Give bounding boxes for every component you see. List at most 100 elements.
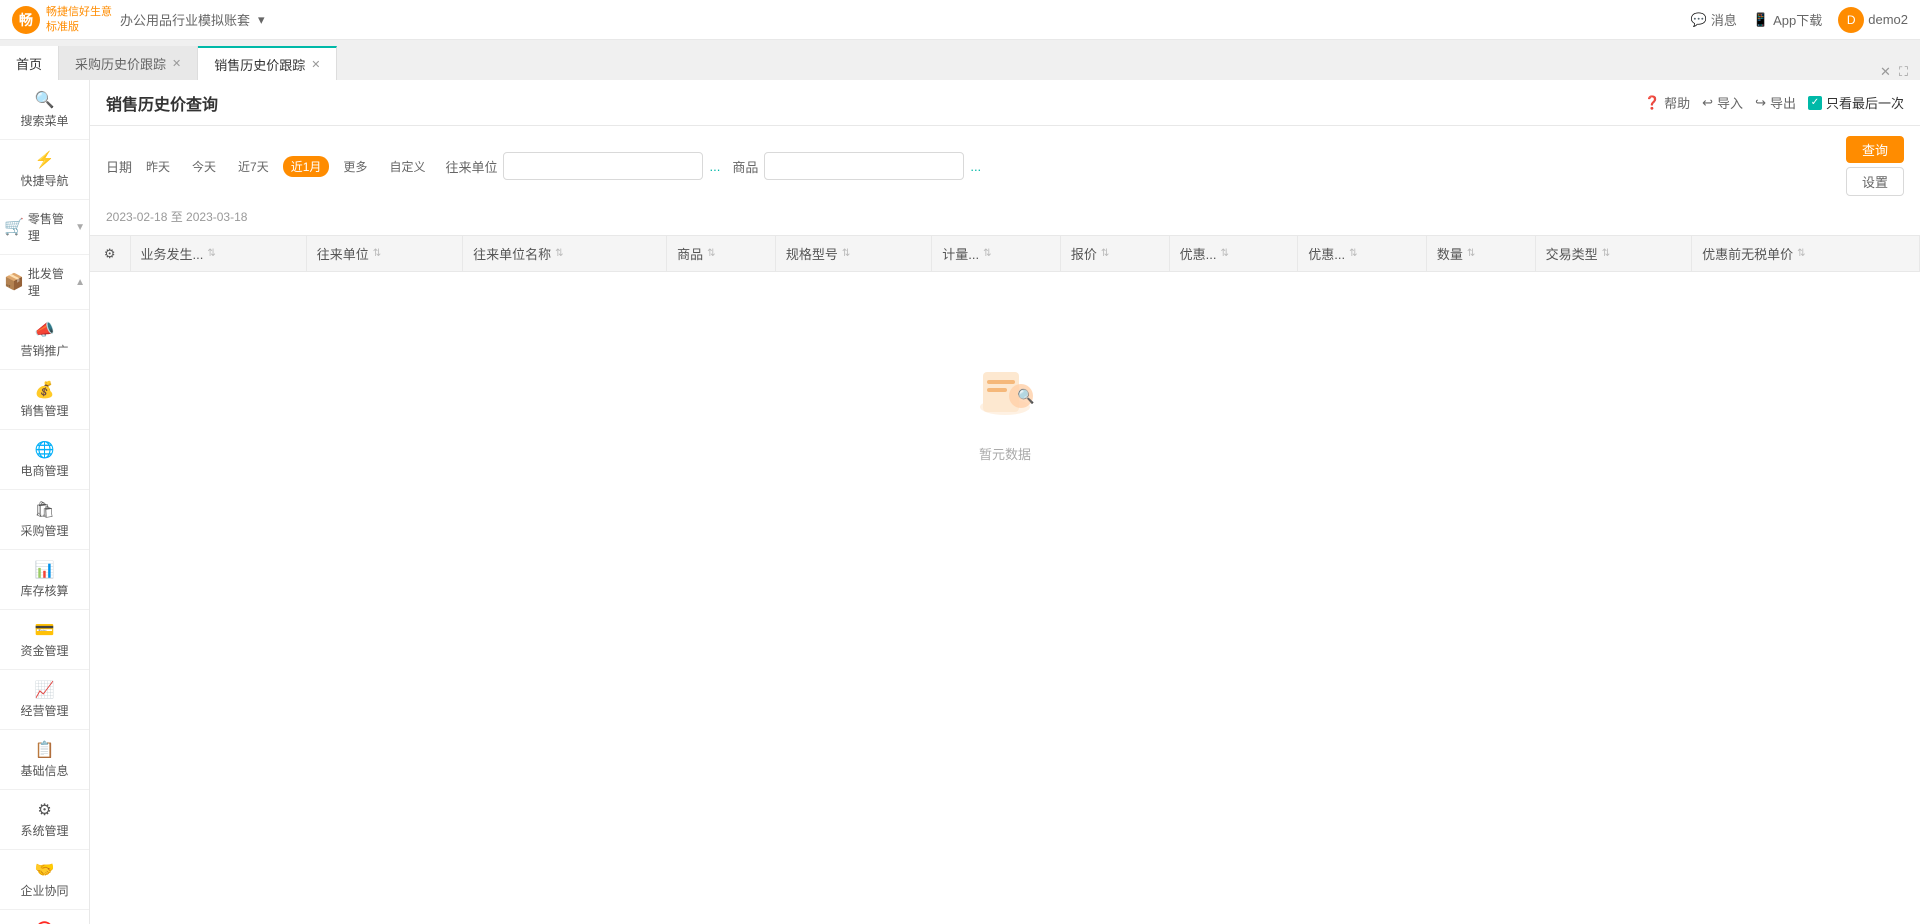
logo-text: 畅捷信好生意 标准版 [46, 5, 112, 34]
message-btn[interactable]: 💬 消息 [1691, 10, 1737, 29]
date-btn-last7[interactable]: 近7天 [230, 156, 277, 177]
basic-info-icon: 📋 [35, 740, 55, 760]
search-btn[interactable]: 查询 [1846, 136, 1904, 163]
maximize-window-icon[interactable]: ⛶ [1899, 64, 1908, 80]
date-filter-group: 日期 昨天 今天 近7天 近1月 更多 自定义 [106, 156, 433, 177]
product-input[interactable] [764, 152, 964, 180]
window-controls: ✕ ⛶ [1868, 64, 1920, 80]
enterprise-collab-icon: 🤝 [35, 860, 55, 880]
sidebar-item-purchase-mgmt[interactable]: 🛍 采购管理 [0, 490, 89, 550]
tab-bar: 首页 采购历史价跟踪 ✕ 销售历史价跟踪 ✕ ✕ ⛶ [0, 40, 1920, 80]
download-icon: 📱 [1753, 12, 1769, 28]
sort-icon-biz-date[interactable]: ⇅ [207, 248, 215, 259]
quick-nav-icon: ⚡ [35, 150, 55, 170]
table-head: ⚙ 业务发生... ⇅ 往来单位 ⇅ [90, 236, 1920, 272]
date-btn-yesterday[interactable]: 昨天 [138, 156, 178, 177]
inventory-icon: 📊 [35, 560, 55, 580]
empty-text: 暂元数据 [979, 444, 1031, 463]
sidebar-item-marketing[interactable]: 📣 营销推广 [0, 310, 89, 370]
source-unit-ellipsis[interactable]: ... [709, 159, 720, 174]
sidebar-item-wholesale-mgmt[interactable]: 📦 批发管理 ▲ [0, 255, 89, 310]
import-btn[interactable]: ↩ 导入 [1702, 93, 1743, 112]
tab-home[interactable]: 首页 [0, 46, 59, 80]
sidebar-item-new-guide[interactable]: 🎯 新手引导 [0, 910, 89, 924]
th-partner-name: 往来单位名称 ⇅ [463, 236, 667, 272]
empty-state: 🔍 暂元数据 [90, 272, 1920, 543]
sidebar-item-ecommerce-mgmt[interactable]: 🌐 电商管理 [0, 430, 89, 490]
product-ellipsis[interactable]: ... [970, 159, 981, 174]
help-icon: ❓ [1644, 95, 1660, 111]
retail-mgmt-icon: 🛒 [4, 217, 24, 237]
data-table: ⚙ 业务发生... ⇅ 往来单位 ⇅ [90, 236, 1920, 272]
content-area: 销售历史价查询 ❓ 帮助 ↩ 导入 ↪ 导出 ✓ 只看最后一次 [90, 80, 1920, 924]
sort-icon-unit[interactable]: ⇅ [983, 248, 991, 259]
th-spec: 规格型号 ⇅ [775, 236, 931, 272]
sidebar-item-system-mgmt[interactable]: ⚙ 系统管理 [0, 790, 89, 850]
date-range-display: 2023-02-18 至 2023-03-18 [106, 208, 247, 225]
sidebar-item-quick-nav[interactable]: ⚡ 快捷导航 [0, 140, 89, 200]
sort-icon-product[interactable]: ⇅ [707, 248, 715, 259]
th-biz-date: 业务发生... ⇅ [130, 236, 306, 272]
close-purchase-tab-icon[interactable]: ✕ [172, 57, 181, 70]
close-sales-tab-icon[interactable]: ✕ [311, 58, 320, 71]
sort-icon-partner-name[interactable]: ⇅ [555, 248, 563, 259]
retail-mgmt-header: 🛒 零售管理 ▼ [4, 210, 85, 244]
sort-icon-partner[interactable]: ⇅ [373, 248, 381, 259]
sidebar-item-enterprise-collab[interactable]: 🤝 企业协同 [0, 850, 89, 910]
sort-icon-quantity[interactable]: ⇅ [1467, 248, 1475, 259]
tab-purchase-history[interactable]: 采购历史价跟踪 ✕ [59, 46, 198, 80]
sort-icon-discount2[interactable]: ⇅ [1349, 248, 1357, 259]
sort-icon-quote[interactable]: ⇅ [1101, 248, 1109, 259]
user-avatar: D [1838, 7, 1864, 33]
sort-icon-discount1[interactable]: ⇅ [1221, 248, 1229, 259]
sidebar-item-search-menu[interactable]: 🔍 搜索菜单 [0, 80, 89, 140]
sidebar-item-inventory[interactable]: 📊 库存核算 [0, 550, 89, 610]
logo-icon: 畅 [12, 6, 40, 34]
th-gear: ⚙ [90, 236, 130, 272]
date-label: 日期 [106, 157, 132, 176]
sidebar-item-finance-mgmt[interactable]: 💳 资金管理 [0, 610, 89, 670]
date-btn-more[interactable]: 更多 [335, 156, 375, 177]
source-unit-input[interactable] [503, 152, 703, 180]
app-download-btn[interactable]: 📱 App下载 [1753, 10, 1822, 29]
wholesale-mgmt-arrow: ▲ [75, 277, 85, 288]
export-btn[interactable]: ↪ 导出 [1755, 93, 1796, 112]
top-bar: 畅 畅捷信好生意 标准版 办公用品行业模拟账套 ▾ 💬 消息 📱 App下载 D… [0, 0, 1920, 40]
sidebar-item-basic-info[interactable]: 📋 基础信息 [0, 730, 89, 790]
only-last-checkbox[interactable]: ✓ 只看最后一次 [1808, 93, 1904, 112]
settings-btn[interactable]: 设置 [1846, 167, 1904, 196]
page-header-actions: ❓ 帮助 ↩ 导入 ↪ 导出 ✓ 只看最后一次 [1644, 93, 1904, 112]
source-unit-label: 往来单位 [445, 157, 497, 176]
table-wrapper: ⚙ 业务发生... ⇅ 往来单位 ⇅ [90, 236, 1920, 924]
filter-area: 日期 昨天 今天 近7天 近1月 更多 自定义 往来单位 ... 商品 ... [90, 126, 1920, 236]
sidebar-item-operations-mgmt[interactable]: 📈 经营管理 [0, 670, 89, 730]
sidebar-item-sales-mgmt[interactable]: 💰 销售管理 [0, 370, 89, 430]
top-bar-right: 💬 消息 📱 App下载 D demo2 [1691, 7, 1908, 33]
table-header-row: ⚙ 业务发生... ⇅ 往来单位 ⇅ [90, 236, 1920, 272]
th-product: 商品 ⇅ [667, 236, 776, 272]
tab-sales-history[interactable]: 销售历史价跟踪 ✕ [198, 46, 337, 80]
search-menu-icon: 🔍 [35, 90, 55, 110]
empty-icon: 🔍 [965, 352, 1045, 432]
date-btn-today[interactable]: 今天 [184, 156, 224, 177]
page-title: 销售历史价查询 [106, 91, 218, 115]
gear-icon[interactable]: ⚙ [104, 246, 116, 261]
sort-icon-pre-tax-price[interactable]: ⇅ [1797, 248, 1805, 259]
product-group: 商品 ... [732, 152, 981, 180]
app-title-dropdown[interactable]: ▾ [258, 12, 265, 28]
import-icon: ↩ [1702, 95, 1713, 111]
th-quote: 报价 ⇅ [1060, 236, 1169, 272]
sidebar-item-retail-mgmt[interactable]: 🛒 零售管理 ▼ [0, 200, 89, 255]
sales-mgmt-icon: 💰 [35, 380, 55, 400]
filter-row-top: 日期 昨天 今天 近7天 近1月 更多 自定义 往来单位 ... 商品 ... [106, 136, 1904, 196]
sort-icon-spec[interactable]: ⇅ [842, 248, 850, 259]
user-area[interactable]: D demo2 [1838, 7, 1908, 33]
help-btn[interactable]: ❓ 帮助 [1644, 93, 1690, 112]
search-settings-group: 查询 设置 [1846, 136, 1904, 196]
date-btn-custom[interactable]: 自定义 [381, 156, 433, 177]
wholesale-mgmt-icon: 📦 [4, 272, 24, 292]
close-window-icon[interactable]: ✕ [1880, 64, 1891, 80]
app-title: 办公用品行业模拟账套 [120, 10, 250, 29]
date-btn-last1m[interactable]: 近1月 [283, 156, 330, 177]
sort-icon-trade-type[interactable]: ⇅ [1602, 248, 1610, 259]
